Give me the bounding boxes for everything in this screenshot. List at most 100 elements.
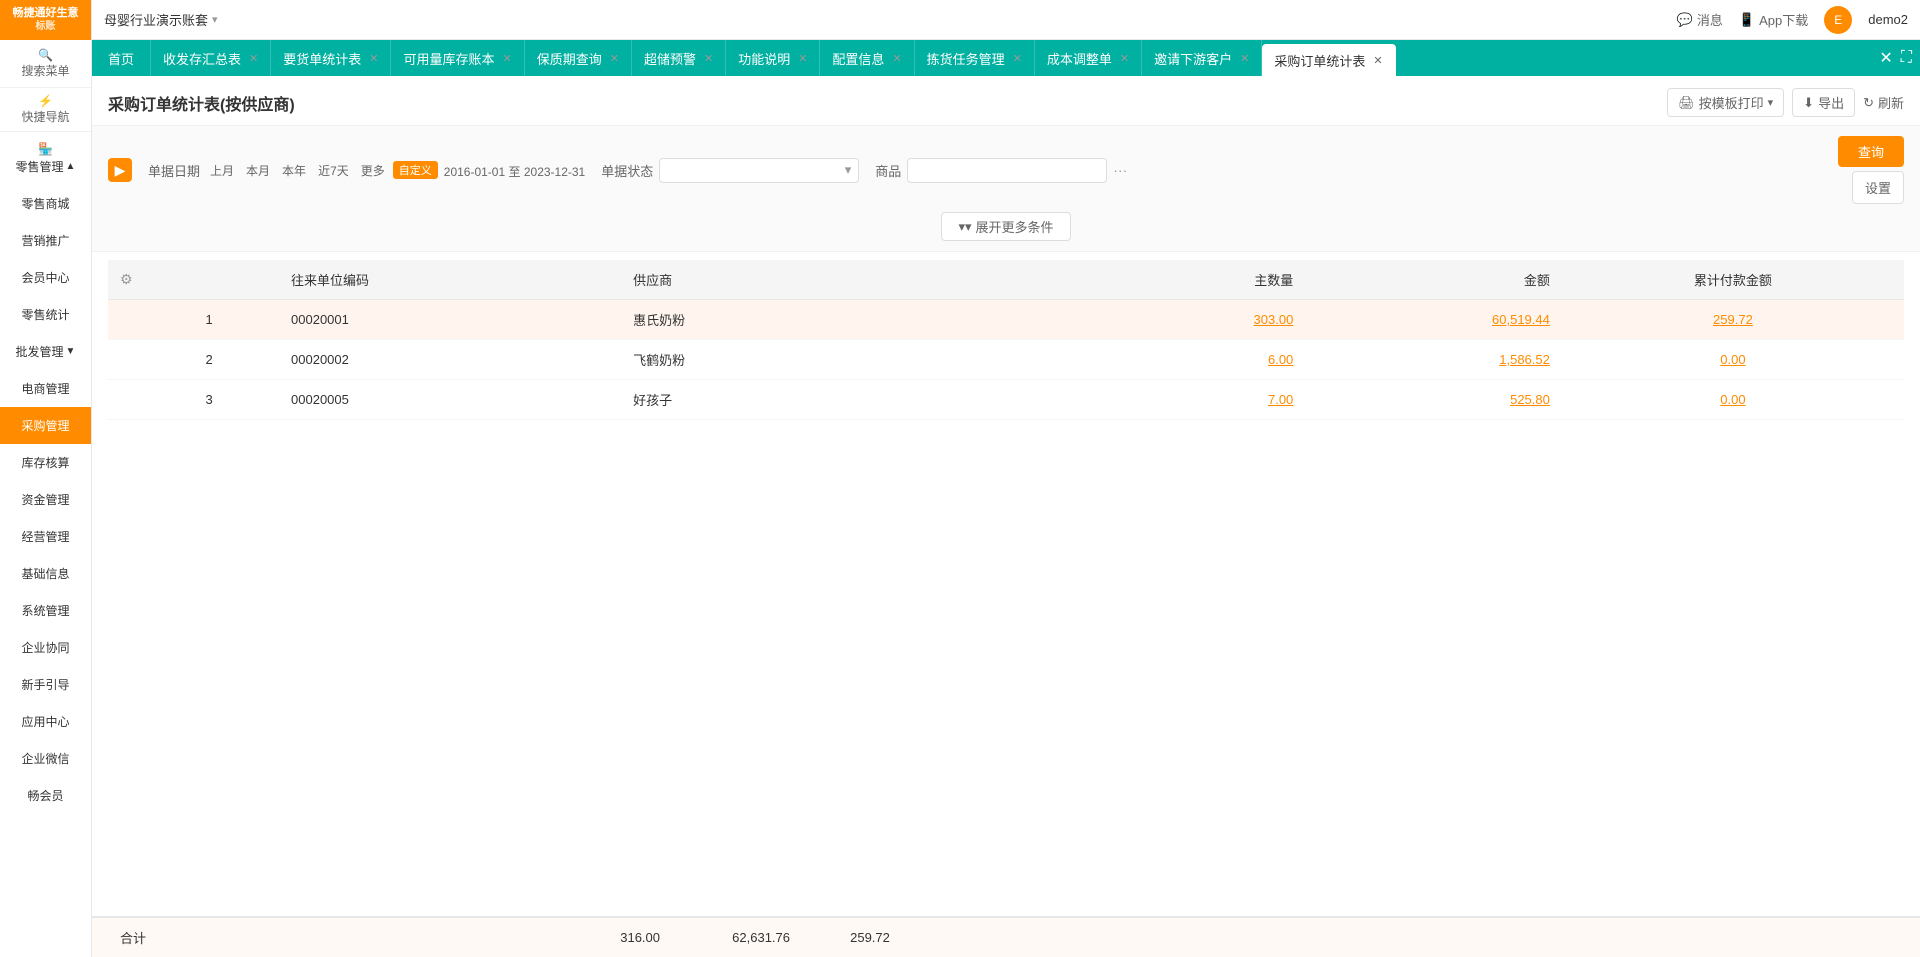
sidebar-item-newbie[interactable]: 新手引导 — [0, 666, 91, 703]
sidebar-item-ecommerce[interactable]: 电商管理 — [0, 370, 91, 407]
export-button[interactable]: ⬇ 导出 — [1792, 88, 1855, 117]
last-month-btn[interactable]: 上月 — [206, 160, 238, 181]
table-row: 1 00020001 惠氏奶粉 303.00 60,519.44 259.72 — [108, 300, 1904, 340]
avail-inv-close-icon[interactable]: ✕ — [503, 52, 512, 65]
tab-home[interactable]: 首页 — [92, 40, 151, 76]
status-select[interactable] — [659, 158, 859, 183]
sidebar-item-inventory[interactable]: 库存核算 — [0, 444, 91, 481]
message-btn[interactable]: 💬 消息 — [1677, 10, 1723, 29]
ecommerce-label: 电商管理 — [21, 380, 69, 397]
tab-close-all-icon[interactable]: ✕ — [1879, 48, 1892, 68]
tab-order-stat[interactable]: 要货单统计表 ✕ — [271, 40, 391, 76]
expiry-close-icon[interactable]: ✕ — [610, 52, 619, 65]
row1-qty[interactable]: 303.00 — [1049, 300, 1306, 340]
app-download-btn[interactable]: 📱 App下载 — [1739, 10, 1808, 29]
sidebar-item-retail-stat[interactable]: 零售统计 — [0, 296, 91, 333]
more-date-btn[interactable]: 更多 — [357, 160, 389, 181]
retail-stat-label: 零售统计 — [21, 306, 69, 323]
workspace-dropdown-icon: ▾ — [212, 13, 218, 26]
po-stat-label: 采购订单统计表 — [1274, 51, 1365, 70]
this-year-btn[interactable]: 本年 — [278, 160, 310, 181]
overstock-close-icon[interactable]: ✕ — [704, 52, 713, 65]
tab-func-desc[interactable]: 功能说明 ✕ — [726, 40, 820, 76]
custom-tag[interactable]: 自定义 — [393, 161, 438, 179]
tabbar: 首页 收发存汇总表 ✕ 要货单统计表 ✕ 可用量库存账本 ✕ 保质期查询 ✕ 超… — [92, 40, 1920, 76]
tab-cost-adj[interactable]: 成本调整单 ✕ — [1035, 40, 1142, 76]
tab-po-stat[interactable]: 采购订单统计表 ✕ — [1262, 44, 1395, 76]
template-print-button[interactable]: 🖨 按模板打印 ▾ — [1667, 88, 1784, 117]
home-label: 首页 — [108, 49, 134, 68]
row2-paid[interactable]: 0.00 — [1562, 340, 1904, 380]
filter-date-item: 单据日期 上月 本月 本年 近7天 更多 自定义 2016-01-01 至 20… — [148, 160, 585, 181]
sidebar-item-basic[interactable]: 基础信息 — [0, 555, 91, 592]
tab-config[interactable]: 配置信息 ✕ — [820, 40, 914, 76]
main-area: 母婴行业演示账套 ▾ 💬 消息 📱 App下载 E demo2 首页 收发存汇总… — [92, 0, 1920, 957]
inventory-label: 库存核算 — [21, 454, 69, 471]
row2-code: 00020002 — [279, 340, 621, 380]
tab-pick-task[interactable]: 拣货任务管理 ✕ — [915, 40, 1035, 76]
cost-adj-close-icon[interactable]: ✕ — [1120, 52, 1129, 65]
config-label: 配置信息 — [832, 49, 884, 68]
sidebar-item-finance[interactable]: 资金管理 — [0, 481, 91, 518]
sidebar-item-member[interactable]: 会员中心 — [0, 259, 91, 296]
tab-overstock[interactable]: 超储预警 ✕ — [632, 40, 726, 76]
sidebar-item-collab[interactable]: 企业协同 — [0, 629, 91, 666]
purchase-label: 采购管理 — [21, 417, 69, 434]
row3-paid[interactable]: 0.00 — [1562, 380, 1904, 420]
order-stat-label: 要货单统计表 — [283, 49, 361, 68]
refresh-button[interactable]: ↻ 刷新 — [1863, 93, 1904, 112]
row1-paid[interactable]: 259.72 — [1562, 300, 1904, 340]
tab-avail-inv[interactable]: 可用量库存账本 ✕ — [391, 40, 524, 76]
row1-amount[interactable]: 60,519.44 — [1305, 300, 1562, 340]
config-close-icon[interactable]: ✕ — [892, 52, 901, 65]
settings-button[interactable]: 设置 — [1852, 171, 1904, 204]
filter-row: ▶ 单据日期 上月 本月 本年 近7天 更多 自定义 2016-01-01 至 — [108, 136, 1904, 204]
sidebar-item-retail-mall[interactable]: 零售商城 — [0, 185, 91, 222]
row3-code: 00020005 — [279, 380, 621, 420]
footer-paid: 259.72 — [790, 930, 950, 945]
func-desc-close-icon[interactable]: ✕ — [798, 52, 807, 65]
tab-expiry[interactable]: 保质期查询 ✕ — [525, 40, 632, 76]
message-label: 消息 — [1697, 10, 1723, 29]
sidebar-item-quick-nav[interactable]: ⚡ 快捷导航 — [0, 88, 91, 132]
tab-maximize-icon[interactable]: ⛶ — [1901, 49, 1912, 67]
sidebar-item-system[interactable]: 系统管理 — [0, 592, 91, 629]
expand-more-button[interactable]: ▾▾ 展开更多条件 — [941, 212, 1070, 241]
filter-area: ▶ 单据日期 上月 本月 本年 近7天 更多 自定义 2016-01-01 至 — [92, 126, 1920, 252]
row2-qty[interactable]: 6.00 — [1049, 340, 1306, 380]
settings-col-header[interactable]: ⚙ — [108, 260, 194, 300]
last-7days-btn[interactable]: 近7天 — [314, 160, 353, 181]
sidebar-item-search[interactable]: 🔍 搜索菜单 — [0, 40, 91, 88]
row1-code: 00020001 — [279, 300, 621, 340]
quick-nav-label: 快捷导航 — [0, 108, 91, 125]
row2-amount[interactable]: 1,586.52 — [1305, 340, 1562, 380]
invite-close-icon[interactable]: ✕ — [1240, 52, 1249, 65]
sidebar-item-purchase[interactable]: 采购管理 — [0, 407, 91, 444]
sidebar-item-wechat[interactable]: 企业微信 — [0, 740, 91, 777]
row3-amount[interactable]: 525.80 — [1305, 380, 1562, 420]
newbie-label: 新手引导 — [21, 676, 69, 693]
sidebar-item-operation[interactable]: 经营管理 — [0, 518, 91, 555]
collect-close-icon[interactable]: ✕ — [249, 52, 258, 65]
po-stat-close-icon[interactable]: ✕ — [1373, 54, 1382, 67]
sidebar-item-app-center[interactable]: 应用中心 — [0, 703, 91, 740]
row3-supplier: 好孩子 — [621, 380, 1049, 420]
footer-label: 合计 — [120, 928, 370, 947]
tab-invite[interactable]: 邀请下游客户 ✕ — [1142, 40, 1262, 76]
sidebar-item-marketing[interactable]: 营销推广 — [0, 222, 91, 259]
goods-more-icon[interactable]: ··· — [1113, 162, 1127, 178]
pick-task-close-icon[interactable]: ✕ — [1013, 52, 1022, 65]
sidebar-item-retail[interactable]: 🏪 零售管理 ▲ — [0, 132, 91, 185]
filter-toggle-button[interactable]: ▶ — [108, 158, 132, 182]
sidebar-item-member2[interactable]: 畅会员 — [0, 777, 91, 814]
goods-input[interactable] — [907, 158, 1107, 183]
query-button[interactable]: 查询 — [1838, 136, 1904, 167]
row3-qty[interactable]: 7.00 — [1049, 380, 1306, 420]
this-month-btn[interactable]: 本月 — [242, 160, 274, 181]
row3-settings — [108, 380, 194, 420]
username-label: demo2 — [1868, 12, 1908, 27]
workspace-selector[interactable]: 母婴行业演示账套 ▾ — [104, 10, 1669, 29]
tab-collect[interactable]: 收发存汇总表 ✕ — [151, 40, 271, 76]
sidebar-item-wholesale[interactable]: 批发管理 ▼ — [0, 333, 91, 370]
order-stat-close-icon[interactable]: ✕ — [369, 52, 378, 65]
